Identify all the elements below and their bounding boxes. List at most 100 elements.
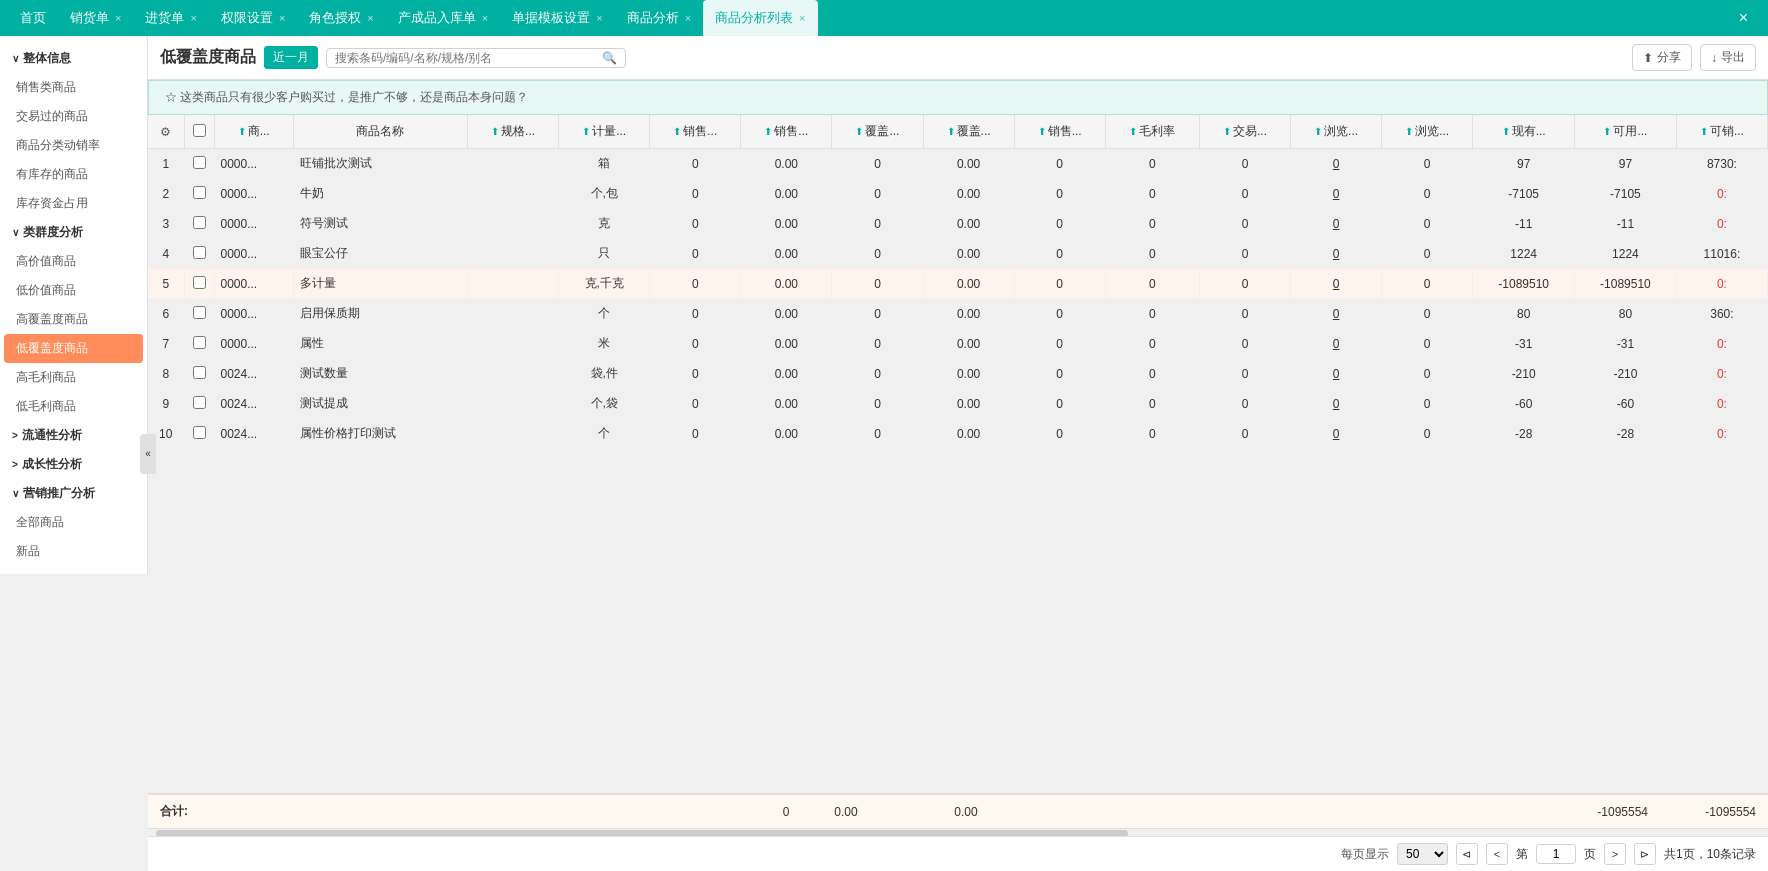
browse1-link[interactable]: 0 — [1333, 157, 1340, 171]
th-browse2[interactable]: ⬆浏览... — [1382, 115, 1473, 149]
nav-item-analysis-list[interactable]: 商品分析列表 × — [703, 0, 817, 36]
th-spec[interactable]: ⬆规格... — [468, 115, 559, 149]
sidebar-item-stock-goods[interactable]: 有库存的商品 — [0, 160, 147, 189]
prev-page-button[interactable]: < — [1486, 843, 1508, 865]
cell-browse1[interactable]: 0 — [1291, 419, 1382, 449]
th-coverage2[interactable]: ⬆覆盖... — [923, 115, 1014, 149]
sidebar-collapse-btn[interactable]: « — [140, 434, 156, 474]
sidebar-item-low-coverage[interactable]: 低覆盖度商品 — [4, 334, 143, 363]
th-code[interactable]: ⬆商... — [214, 115, 293, 149]
browse1-link[interactable]: 0 — [1333, 337, 1340, 351]
close-purchase-icon[interactable]: × — [190, 12, 196, 24]
browse1-link[interactable]: 0 — [1333, 247, 1340, 261]
sidebar-growth-header[interactable]: > 成长性分析 — [0, 450, 147, 479]
close-analysis-list-icon[interactable]: × — [799, 12, 805, 24]
close-product-in-icon[interactable]: × — [482, 12, 488, 24]
th-sales-amt[interactable]: ⬆销售... — [741, 115, 832, 149]
table-container[interactable]: ⚙ ⬆商... 商品名称 ⬆规格... ⬆计量... ⬆销售... ⬆销售...… — [148, 115, 1768, 793]
cell-checkbox[interactable] — [184, 359, 214, 389]
last-page-button[interactable]: ⊳ — [1634, 843, 1656, 865]
nav-item-product-in[interactable]: 产成品入库单 × — [386, 0, 500, 36]
nav-item-sales[interactable]: 销货单 × — [58, 0, 133, 36]
row-checkbox[interactable] — [193, 216, 206, 229]
th-sales-qty[interactable]: ⬆销售... — [650, 115, 741, 149]
cell-browse1[interactable]: 0 — [1291, 149, 1382, 179]
th-coverage1[interactable]: ⬆覆盖... — [832, 115, 923, 149]
cell-browse1[interactable]: 0 — [1291, 269, 1382, 299]
window-close-button[interactable]: × — [1727, 9, 1760, 27]
next-page-button[interactable]: > — [1604, 843, 1626, 865]
sidebar-item-high-value[interactable]: 高价值商品 — [0, 247, 147, 276]
sidebar-item-all-goods[interactable]: 全部商品 — [0, 508, 147, 537]
cell-browse1[interactable]: 0 — [1291, 209, 1382, 239]
settings-icon[interactable]: ⚙ — [160, 125, 171, 139]
close-permission-icon[interactable]: × — [279, 12, 285, 24]
th-name[interactable]: 商品名称 — [293, 115, 467, 149]
cell-checkbox[interactable] — [184, 419, 214, 449]
close-template-icon[interactable]: × — [596, 12, 602, 24]
cell-checkbox[interactable] — [184, 299, 214, 329]
th-current-stock[interactable]: ⬆现有... — [1473, 115, 1575, 149]
row-checkbox[interactable] — [193, 156, 206, 169]
sidebar-overall-header[interactable]: ∨ 整体信息 — [0, 44, 147, 73]
th-transaction[interactable]: ⬆交易... — [1199, 115, 1290, 149]
sidebar-flow-header[interactable]: > 流通性分析 — [0, 421, 147, 450]
th-unit[interactable]: ⬆计量... — [559, 115, 650, 149]
first-page-button[interactable]: ⊲ — [1456, 843, 1478, 865]
row-checkbox[interactable] — [193, 396, 206, 409]
page-size-select[interactable]: 50 20 100 — [1397, 843, 1448, 865]
cell-browse1[interactable]: 0 — [1291, 329, 1382, 359]
share-button[interactable]: ⬆ 分享 — [1632, 44, 1692, 71]
sidebar-coverage-header[interactable]: ∨ 类群度分析 — [0, 218, 147, 247]
cell-checkbox[interactable] — [184, 239, 214, 269]
sidebar-item-new-goods[interactable]: 新品 — [0, 537, 147, 566]
th-gross-rate[interactable]: ⬆毛利率 — [1105, 115, 1199, 149]
row-checkbox[interactable] — [193, 276, 206, 289]
th-browse1[interactable]: ⬆浏览... — [1291, 115, 1382, 149]
close-sales-icon[interactable]: × — [115, 12, 121, 24]
browse1-link[interactable]: 0 — [1333, 277, 1340, 291]
row-checkbox[interactable] — [193, 426, 206, 439]
page-input[interactable] — [1536, 844, 1576, 864]
nav-item-permission[interactable]: 权限设置 × — [209, 0, 297, 36]
search-icon[interactable]: 🔍 — [602, 51, 617, 65]
cell-checkbox[interactable] — [184, 329, 214, 359]
search-input[interactable] — [335, 51, 602, 65]
sidebar-item-low-profit[interactable]: 低毛利商品 — [0, 392, 147, 421]
browse1-link[interactable]: 0 — [1333, 367, 1340, 381]
th-available[interactable]: ⬆可用... — [1575, 115, 1677, 149]
sidebar-marketing-header[interactable]: ∨ 营销推广分析 — [0, 479, 147, 508]
browse1-link[interactable]: 0 — [1333, 187, 1340, 201]
cell-browse1[interactable]: 0 — [1291, 389, 1382, 419]
cell-browse1[interactable]: 0 — [1291, 359, 1382, 389]
row-checkbox[interactable] — [193, 306, 206, 319]
cell-browse1[interactable]: 0 — [1291, 299, 1382, 329]
row-checkbox[interactable] — [193, 186, 206, 199]
sidebar-item-sales-goods[interactable]: 销售类商品 — [0, 73, 147, 102]
sidebar-item-high-profit[interactable]: 高毛利商品 — [0, 363, 147, 392]
browse1-link[interactable]: 0 — [1333, 307, 1340, 321]
sidebar-item-low-value[interactable]: 低价值商品 — [0, 276, 147, 305]
row-checkbox[interactable] — [193, 246, 206, 259]
th-sales-days[interactable]: ⬆销售... — [1014, 115, 1105, 149]
period-button[interactable]: 近一月 — [264, 46, 318, 69]
cell-checkbox[interactable] — [184, 269, 214, 299]
cell-checkbox[interactable] — [184, 179, 214, 209]
nav-item-template[interactable]: 单据模板设置 × — [500, 0, 614, 36]
close-analysis-icon[interactable]: × — [685, 12, 691, 24]
export-button[interactable]: ↓ 导出 — [1700, 44, 1756, 71]
browse1-link[interactable]: 0 — [1333, 397, 1340, 411]
sidebar-item-high-coverage[interactable]: 高覆盖度商品 — [0, 305, 147, 334]
sidebar-item-category-rate[interactable]: 商品分类动销率 — [0, 131, 147, 160]
cell-browse1[interactable]: 0 — [1291, 179, 1382, 209]
cell-checkbox[interactable] — [184, 389, 214, 419]
row-checkbox[interactable] — [193, 366, 206, 379]
nav-item-home[interactable]: 首页 — [8, 0, 58, 36]
th-sellable[interactable]: ⬆可销... — [1676, 115, 1767, 149]
sidebar-item-traded-goods[interactable]: 交易过的商品 — [0, 102, 147, 131]
nav-item-analysis[interactable]: 商品分析 × — [615, 0, 703, 36]
select-all-checkbox[interactable] — [193, 124, 206, 137]
cell-checkbox[interactable] — [184, 149, 214, 179]
nav-item-purchase[interactable]: 进货单 × — [133, 0, 208, 36]
row-checkbox[interactable] — [193, 336, 206, 349]
